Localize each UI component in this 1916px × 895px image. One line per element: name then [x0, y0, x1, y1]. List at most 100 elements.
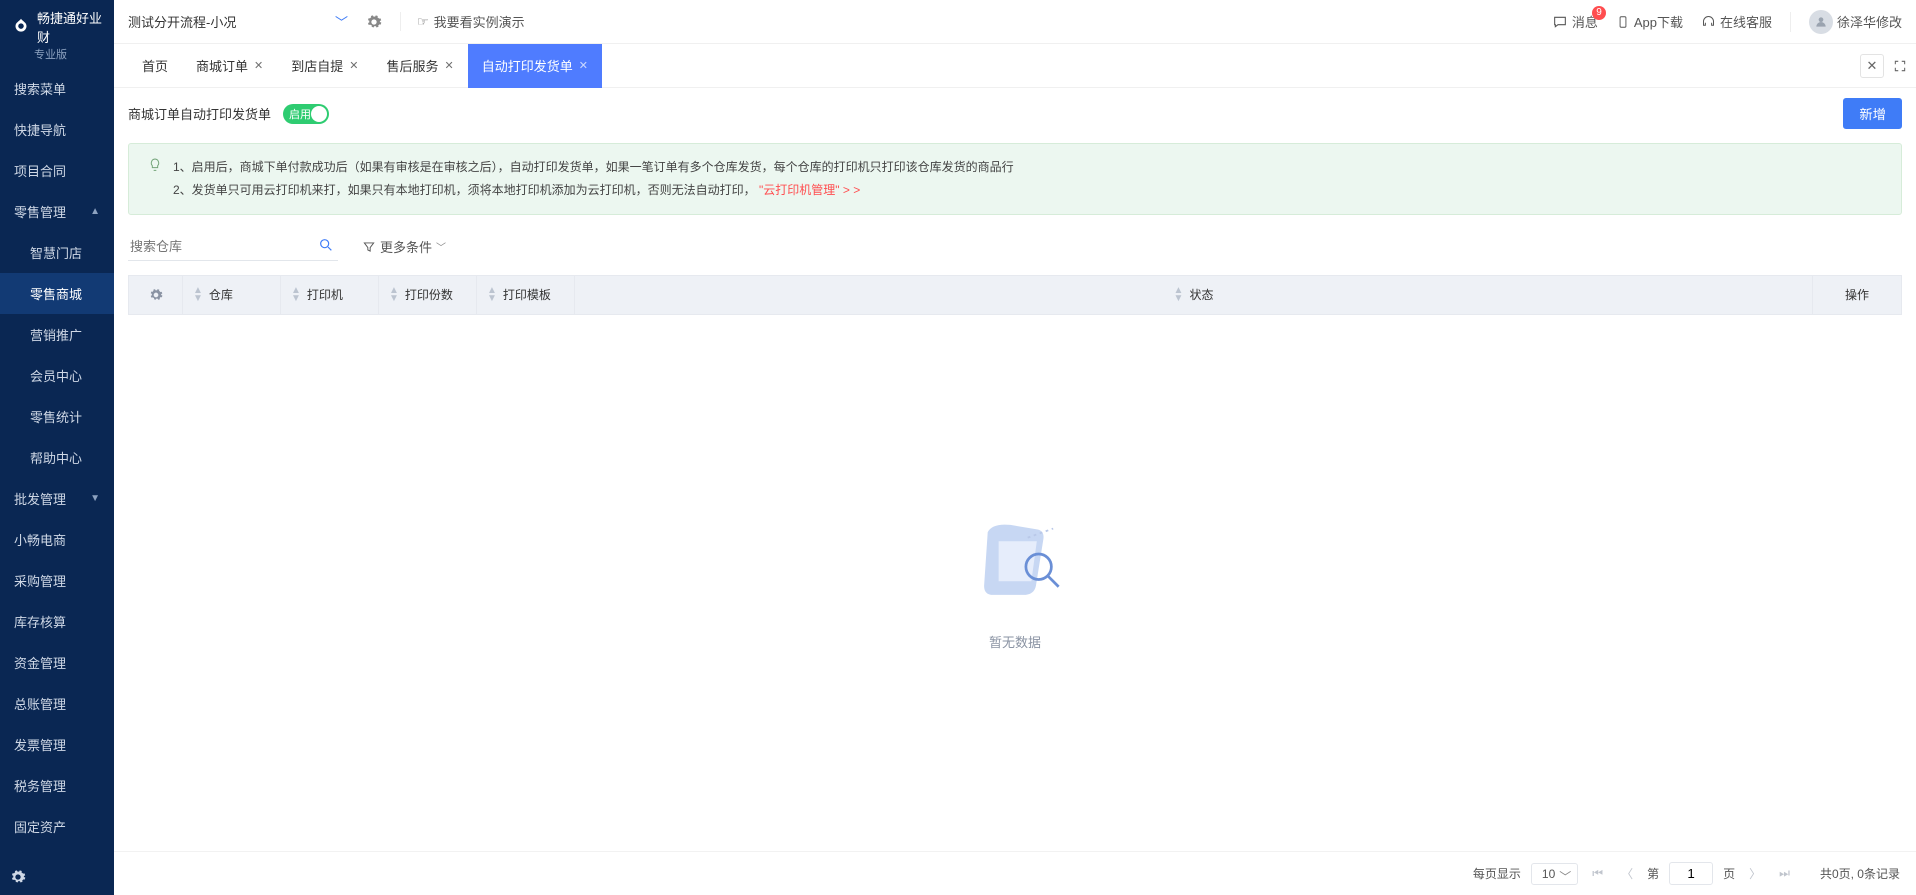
more-filters-button[interactable]: 更多条件 ﹀: [362, 237, 446, 256]
new-button[interactable]: 新增: [1843, 98, 1902, 129]
sidebar-item[interactable]: 项目合同: [0, 150, 114, 191]
table: ▲▼仓库 ▲▼打印机 ▲▼打印份数 ▲▼打印模板 ▲▼状态 操作: [128, 275, 1902, 851]
tab-label: 售后服务: [386, 56, 438, 75]
column-settings-button[interactable]: [129, 276, 183, 314]
sidebar-item-label: 资金管理: [14, 653, 66, 672]
table-header: ▲▼仓库 ▲▼打印机 ▲▼打印份数 ▲▼打印模板 ▲▼状态 操作: [128, 275, 1902, 315]
messages-button[interactable]: 消息 9: [1552, 12, 1598, 31]
switch-knob: [311, 106, 327, 122]
per-page-select[interactable]: 10 ﹀: [1531, 863, 1578, 885]
chevron-down-icon: ﹀: [335, 12, 348, 31]
col-actions: 操作: [1813, 276, 1901, 314]
fullscreen-icon[interactable]: [1888, 54, 1912, 78]
tab[interactable]: 自动打印发货单✕: [468, 44, 602, 88]
empty-state: 暂无数据: [128, 315, 1902, 851]
col-copies[interactable]: ▲▼打印份数: [379, 276, 477, 314]
sidebar-item-label: 批发管理: [14, 489, 66, 508]
sidebar-nav: 搜索菜单快捷导航项目合同零售管理▲ 智慧门店零售商城营销推广会员中心零售统计帮助中…: [0, 68, 114, 859]
sort-icon: ▲▼: [291, 287, 301, 303]
sort-icon: ▲▼: [389, 287, 399, 303]
close-icon[interactable]: ✕: [349, 59, 358, 72]
sidebar-item-label: 智慧门店: [30, 243, 82, 262]
topbar: 测试分开流程-小况 ﹀ ☞ 我要看实例演示 消息 9: [114, 0, 1916, 44]
sidebar-item[interactable]: 批发管理▼: [0, 478, 114, 519]
sidebar-item[interactable]: 零售商城: [0, 273, 114, 314]
per-page-label: 每页显示: [1473, 865, 1521, 882]
sidebar-item[interactable]: 会员中心: [0, 355, 114, 396]
chevron-icon: ▲: [90, 206, 100, 217]
empty-illustration-icon: [960, 514, 1070, 614]
sidebar-item[interactable]: 零售统计: [0, 396, 114, 437]
sidebar-item[interactable]: 总账管理: [0, 683, 114, 724]
user-name: 徐泽华修改: [1837, 12, 1902, 31]
col-template[interactable]: ▲▼打印模板: [477, 276, 575, 314]
sidebar-item[interactable]: 固定资产: [0, 806, 114, 847]
sidebar-item[interactable]: 智慧门店: [0, 232, 114, 273]
page-toolbar: 商城订单自动打印发货单 启用 新增: [114, 88, 1916, 139]
last-page-button[interactable]: ⏭: [1775, 864, 1794, 883]
support-button[interactable]: 在线客服: [1701, 12, 1772, 31]
prev-page-button[interactable]: 〈: [1617, 863, 1637, 884]
sidebar-item[interactable]: 工资: [0, 847, 114, 859]
app-download-label: App下载: [1634, 12, 1683, 31]
pagination: 每页显示 10 ﹀ ⏮ 〈 第 页 〉 ⏭ 共0页, 0条记录: [114, 851, 1916, 895]
sidebar: 畅捷通好业财 专业版 搜索菜单快捷导航项目合同零售管理▲智慧门店零售商城营销推广…: [0, 0, 114, 895]
next-page-button[interactable]: 〉: [1745, 863, 1765, 884]
tab[interactable]: 售后服务 ✕: [372, 44, 467, 88]
messages-badge: 9: [1592, 6, 1606, 20]
app-download-button[interactable]: App下载: [1616, 12, 1683, 31]
sidebar-item[interactable]: 零售管理▲: [0, 191, 114, 232]
tab-label: 首页: [142, 56, 168, 75]
empty-text: 暂无数据: [989, 632, 1041, 651]
col-warehouse[interactable]: ▲▼仓库: [183, 276, 281, 314]
support-label: 在线客服: [1720, 12, 1772, 31]
sidebar-settings[interactable]: [0, 859, 114, 895]
project-select[interactable]: 测试分开流程-小况 ﹀: [128, 12, 348, 31]
sidebar-item[interactable]: 税务管理: [0, 765, 114, 806]
sidebar-item[interactable]: 营销推广: [0, 314, 114, 355]
cloud-printer-link[interactable]: "云打印机管理" > >: [759, 183, 860, 197]
demo-link-label: 我要看实例演示: [434, 12, 525, 31]
sidebar-item-label: 采购管理: [14, 571, 66, 590]
sidebar-item-label: 零售商城: [30, 284, 82, 303]
demo-link[interactable]: ☞ 我要看实例演示: [400, 12, 525, 31]
tab[interactable]: 首页: [128, 44, 182, 88]
sidebar-item[interactable]: 搜索菜单: [0, 68, 114, 109]
close-icon[interactable]: ✕: [579, 59, 588, 72]
brand-logo: 畅捷通好业财: [0, 0, 114, 50]
search-icon[interactable]: [318, 237, 334, 253]
tab[interactable]: 商城订单 ✕: [182, 44, 277, 88]
close-icon[interactable]: ✕: [254, 59, 263, 72]
col-status[interactable]: ▲▼状态: [575, 276, 1813, 314]
sidebar-item-label: 税务管理: [14, 776, 66, 795]
sidebar-item-label: 库存核算: [14, 612, 66, 631]
tab[interactable]: 到店自提✕: [277, 44, 372, 88]
col-printer[interactable]: ▲▼打印机: [281, 276, 379, 314]
tab-label: 商城订单: [196, 56, 248, 75]
sidebar-item[interactable]: 快捷导航: [0, 109, 114, 150]
sidebar-item[interactable]: 资金管理: [0, 642, 114, 683]
sidebar-item-label: 小畅电商: [14, 530, 66, 549]
first-page-button[interactable]: ⏮: [1588, 864, 1607, 883]
sidebar-item[interactable]: 小畅电商: [0, 519, 114, 560]
more-filters-label: 更多条件: [380, 237, 432, 256]
info-line-1: 1、启用后，商城下单付款成功后（如果有审核是在审核之后），自动打印发货单，如果一…: [173, 156, 1014, 179]
sort-icon: ▲▼: [1174, 287, 1184, 303]
close-all-tabs-button[interactable]: ✕: [1860, 54, 1884, 78]
page-suffix: 页: [1723, 865, 1735, 882]
warehouse-search-input[interactable]: [128, 233, 338, 261]
sidebar-item-label: 快捷导航: [14, 120, 66, 139]
tabs: 首页商城订单✕到店自提✕售后服务✕自动打印发货单✕ ✕: [114, 44, 1916, 88]
sidebar-item[interactable]: 采购管理: [0, 560, 114, 601]
chevron-down-icon: ﹀: [436, 239, 446, 254]
switch-text: 启用: [289, 106, 311, 122]
close-icon[interactable]: ✕: [445, 59, 454, 72]
user-menu[interactable]: 徐泽华修改: [1809, 10, 1902, 34]
enable-switch[interactable]: 启用: [283, 104, 329, 124]
warehouse-search: [128, 233, 338, 261]
sidebar-item[interactable]: 帮助中心: [0, 437, 114, 478]
page-input[interactable]: [1669, 862, 1713, 885]
project-settings-icon[interactable]: [366, 14, 382, 30]
sidebar-item[interactable]: 库存核算: [0, 601, 114, 642]
sidebar-item[interactable]: 发票管理: [0, 724, 114, 765]
